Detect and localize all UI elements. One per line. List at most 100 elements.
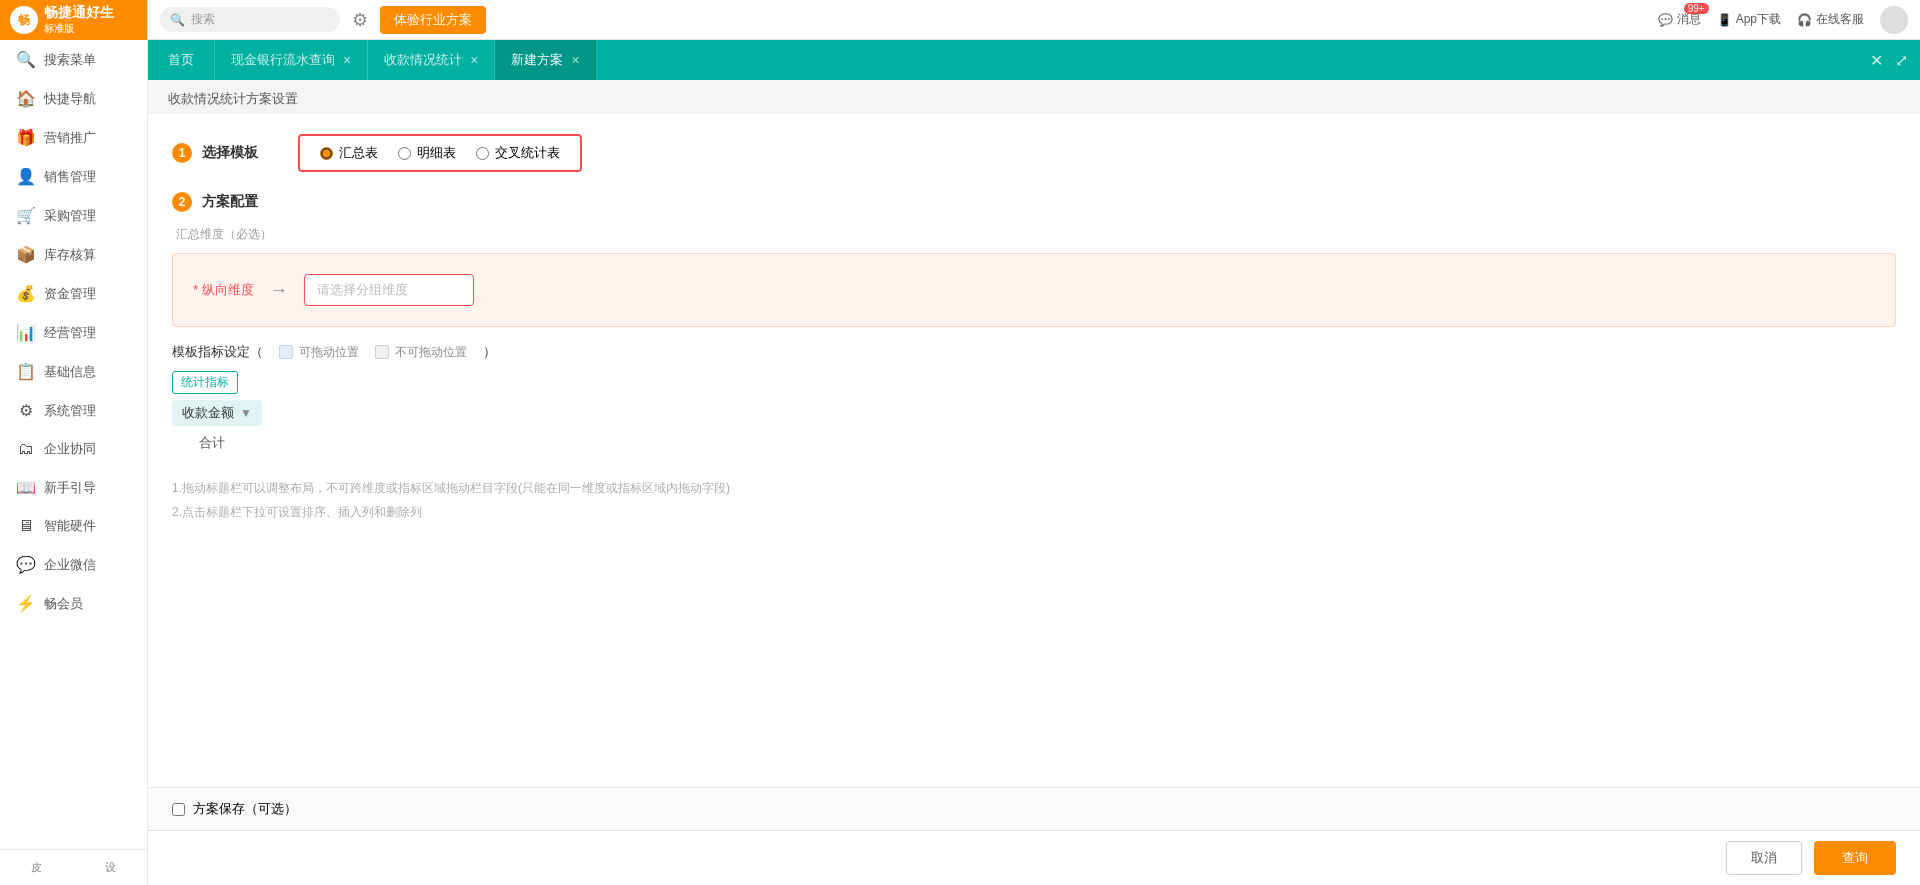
tabbar: 首页 现金银行流水查询 × 收款情况统计 × 新建方案 × ✕ ⤢ [148, 40, 1920, 80]
legend-fixed: 不可拖动位置 [375, 344, 467, 361]
tab-new-plan[interactable]: 新建方案 × [495, 40, 596, 80]
dimension-area: * 纵向维度 → 请选择分组维度 [172, 253, 1896, 327]
sidebar-item-marketing[interactable]: 🎁 营销推广 [0, 118, 147, 157]
sidebar-item-base-info[interactable]: 📋 基础信息 [0, 352, 147, 391]
tab-receipts-close[interactable]: × [470, 53, 478, 67]
hardware-icon: 🖥 [16, 517, 36, 535]
sidebar: 畅 畅捷通好生 标准版 🔍 搜索菜单 🏠 快捷导航 🎁 营销推广 👤 销售管理 … [0, 0, 148, 885]
sidebar-item-enterprise[interactable]: 🗂 企业协同 [0, 430, 147, 468]
radio-summary[interactable]: 汇总表 [320, 144, 378, 162]
system-icon: ⚙ [16, 401, 36, 420]
sidebar-item-purchase[interactable]: 🛒 采购管理 [0, 196, 147, 235]
tip1-text: 1.拖动标题栏可以调整布局，不可跨维度或指标区域拖动栏目字段(只能在同一维度或指… [172, 476, 730, 500]
topbar-search[interactable]: 🔍 搜索 [160, 7, 340, 32]
app-download-item[interactable]: 📱 App下载 [1717, 11, 1781, 28]
section2-header: 2 方案配置 [172, 192, 1896, 212]
summary-dimension-label: 汇总维度（必选） [172, 226, 1896, 243]
base-info-icon: 📋 [16, 362, 36, 381]
tip2-text: 2.点击标题栏下拉可设置排序、插入列和删除列 [172, 500, 422, 524]
user-avatar[interactable] [1880, 6, 1908, 34]
cancel-button[interactable]: 取消 [1726, 841, 1802, 875]
sidebar-item-system[interactable]: ⚙ 系统管理 [0, 391, 147, 430]
main-card: 1 选择模板 汇总表 明细表 交叉统计表 [148, 114, 1920, 787]
tabbar-controls: ✕ ⤢ [1858, 40, 1920, 80]
tab-new-plan-close[interactable]: × [571, 53, 579, 67]
save-section: 方案保存（可选） [148, 787, 1920, 830]
tip2: 2.点击标题栏下拉可设置排序、插入列和删除列 [172, 500, 1896, 524]
app-icon: 📱 [1717, 13, 1732, 27]
sidebar-bottom: 皮 设 [0, 849, 147, 885]
radio-cross[interactable]: 交叉统计表 [476, 144, 560, 162]
sidebar-item-sales[interactable]: 👤 销售管理 [0, 157, 147, 196]
tag-dropdown-icon[interactable]: ▼ [240, 406, 252, 420]
vertical-dimension-label: * 纵向维度 [193, 281, 254, 299]
notification-badge: 99+ [1684, 3, 1709, 14]
stats-label: 统计指标 [172, 371, 238, 394]
enterprise-icon: 🗂 [16, 440, 36, 458]
radio-detail[interactable]: 明细表 [398, 144, 456, 162]
notification-item[interactable]: 💬 消息 99+ [1658, 11, 1701, 28]
query-button[interactable]: 查询 [1814, 841, 1896, 875]
dimension-arrow: → [270, 280, 288, 301]
sidebar-logo: 畅 畅捷通好生 标准版 [0, 0, 147, 40]
page-title: 收款情况统计方案设置 [148, 80, 1920, 114]
dimension-row: * 纵向维度 → 请选择分组维度 [193, 274, 1875, 306]
radio-detail-input[interactable] [398, 147, 411, 160]
tab-receipts[interactable]: 收款情况统计 × [368, 40, 495, 80]
trial-button[interactable]: 体验行业方案 [380, 6, 486, 34]
operation-icon: 📊 [16, 323, 36, 342]
fixed-dot [375, 345, 389, 359]
section2: 2 方案配置 汇总维度（必选） * 纵向维度 → 请选择分组维度 [172, 192, 1896, 524]
maximize-icon[interactable]: ⤢ [1895, 51, 1908, 70]
home-icon: 🏠 [16, 89, 36, 108]
service-icon: 🎧 [1797, 13, 1812, 27]
section1-header: 1 选择模板 汇总表 明细表 交叉统计表 [172, 134, 1896, 172]
sidebar-item-wechat[interactable]: 💬 企业微信 [0, 545, 147, 584]
sidebar-item-quick-nav[interactable]: 🏠 快捷导航 [0, 79, 147, 118]
close-window-icon[interactable]: ✕ [1870, 51, 1883, 70]
section1-num: 1 [172, 143, 192, 163]
template-selection-box: 汇总表 明细表 交叉统计表 [298, 134, 582, 172]
stats-tag-card[interactable]: 收款金额 ▼ [172, 400, 262, 426]
footer-bar: 取消 查询 [148, 830, 1920, 885]
stats-section: 统计指标 收款金额 ▼ 合计 [172, 371, 1896, 456]
newbie-icon: 📖 [16, 478, 36, 497]
online-service-item[interactable]: 🎧 在线客服 [1797, 11, 1864, 28]
sidebar-item-newbie[interactable]: 📖 新手引导 [0, 468, 147, 507]
legend-movable: 可拖动位置 [279, 344, 359, 361]
content-area: 收款情况统计方案设置 1 选择模板 汇总表 明细表 [148, 80, 1920, 885]
finance-icon: 💰 [16, 284, 36, 303]
metrics-setting-prefix: 模板指标设定（ [172, 343, 263, 361]
radio-summary-input[interactable] [320, 147, 333, 160]
metrics-label-row: 模板指标设定（ 可拖动位置 不可拖动位置 ） [172, 343, 1896, 361]
save-label: 方案保存（可选） [193, 800, 297, 818]
tab-home[interactable]: 首页 [148, 40, 215, 80]
inventory-icon: 📦 [16, 245, 36, 264]
member-icon: ⚡ [16, 594, 36, 613]
tab-cashflow-close[interactable]: × [343, 53, 351, 67]
wechat-icon: 💬 [16, 555, 36, 574]
sidebar-item-inventory[interactable]: 📦 库存核算 [0, 235, 147, 274]
purchase-icon: 🛒 [16, 206, 36, 225]
sidebar-item-hardware[interactable]: 🖥 智能硬件 [0, 507, 147, 545]
section1-title: 选择模板 [202, 144, 258, 162]
sidebar-item-member[interactable]: ⚡ 畅会员 [0, 584, 147, 623]
sidebar-skin-btn[interactable]: 皮 [0, 850, 74, 885]
sidebar-item-search-menu[interactable]: 🔍 搜索菜单 [0, 40, 147, 79]
search-icon: 🔍 [16, 50, 36, 69]
tab-cashflow[interactable]: 现金银行流水查询 × [215, 40, 368, 80]
dimension-select[interactable]: 请选择分组维度 [304, 274, 474, 306]
sales-icon: 👤 [16, 167, 36, 186]
section2-title: 方案配置 [202, 193, 258, 211]
metrics-legend: 可拖动位置 不可拖动位置 [279, 344, 467, 361]
radio-cross-input[interactable] [476, 147, 489, 160]
tip1: 1.拖动标题栏可以调整布局，不可跨维度或指标区域拖动栏目字段(只能在同一维度或指… [172, 476, 1896, 500]
metrics-setting-suffix: ） [483, 343, 496, 361]
sidebar-item-operation[interactable]: 📊 经营管理 [0, 313, 147, 352]
save-checkbox[interactable] [172, 803, 185, 816]
search-icon: 🔍 [170, 13, 185, 27]
setting-icon[interactable]: ⚙ [352, 9, 368, 31]
sidebar-item-finance[interactable]: 💰 资金管理 [0, 274, 147, 313]
main-area: 🔍 搜索 ⚙ 体验行业方案 💬 消息 99+ 📱 App下载 🎧 在线客服 首页 [148, 0, 1920, 885]
sidebar-setting-btn[interactable]: 设 [74, 850, 148, 885]
